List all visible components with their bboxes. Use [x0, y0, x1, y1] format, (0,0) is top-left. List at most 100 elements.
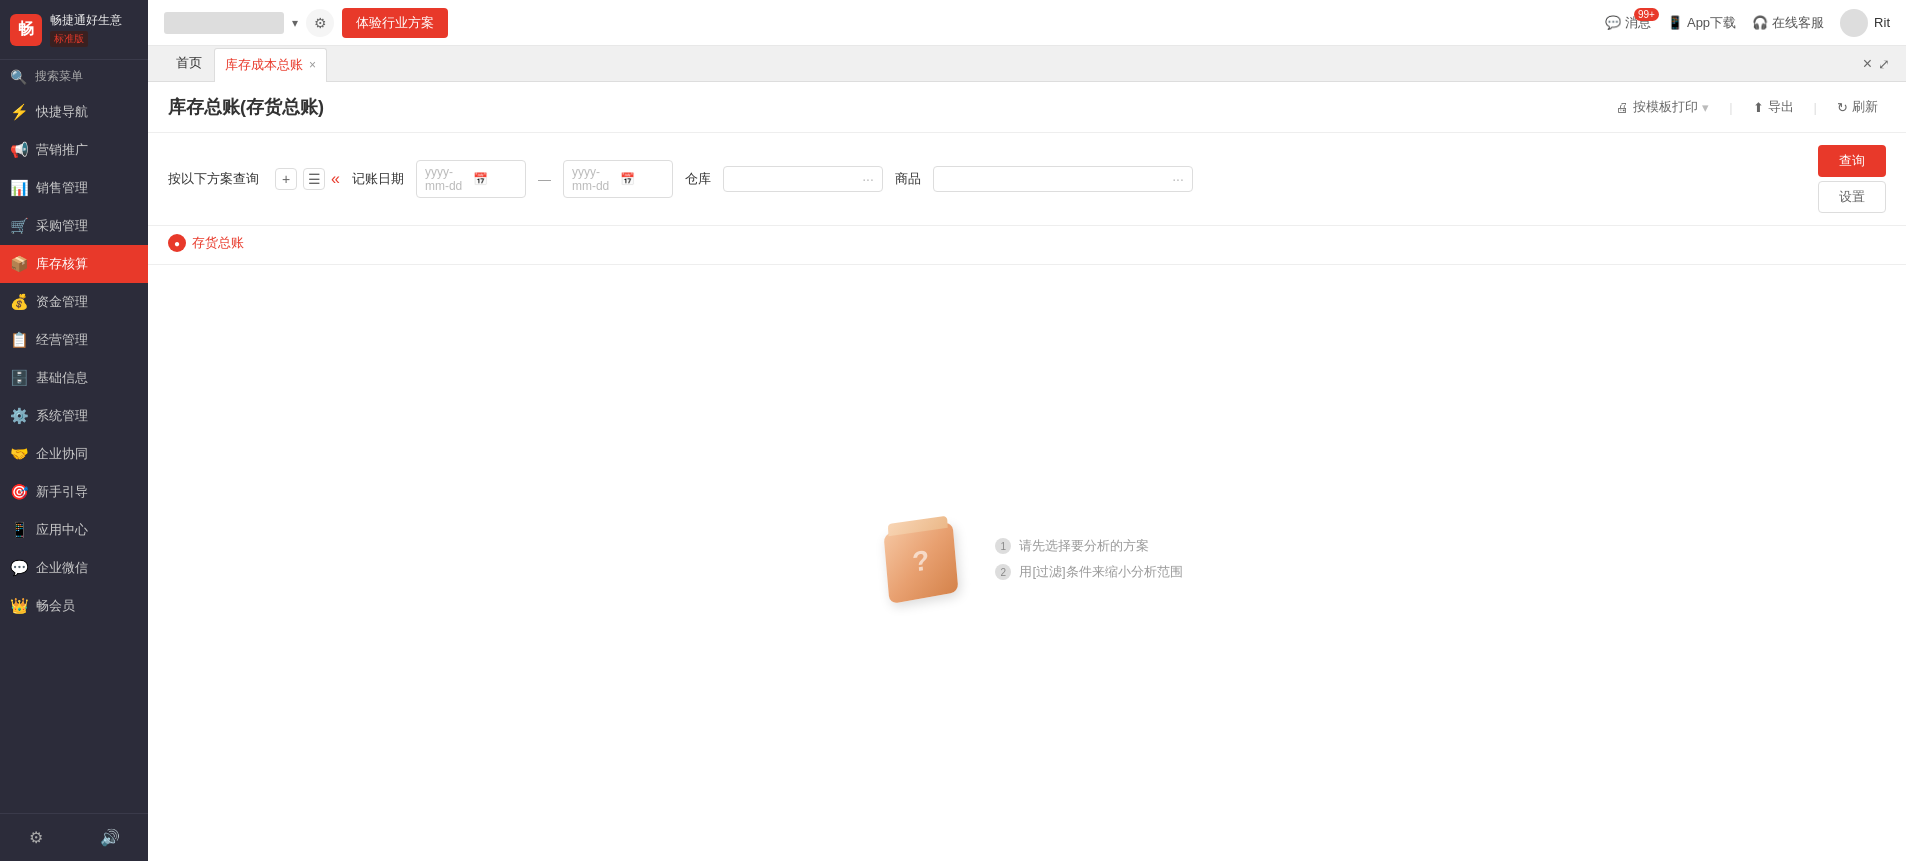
warehouse-label: 仓库 — [685, 170, 711, 188]
nav-label-basic: 基础信息 — [36, 369, 138, 387]
sidebar-item-marketing[interactable]: 📢 营销推广 — [0, 131, 148, 169]
print-btn[interactable]: 🖨 按模板打印 ▾ — [1608, 94, 1717, 120]
topbar-settings-btn[interactable]: ⚙ — [306, 9, 334, 37]
nav-icon-system: ⚙️ — [10, 407, 28, 425]
nav-icon-sales: 📊 — [10, 179, 28, 197]
user-name: Rit — [1874, 15, 1890, 30]
page-header-actions: 🖨 按模板打印 ▾ | ⬆ 导出 | ↻ 刷新 — [1608, 94, 1886, 120]
topbar-dropdown-btn[interactable]: ▾ — [292, 16, 298, 30]
sidebar-item-system[interactable]: ⚙️ 系统管理 — [0, 397, 148, 435]
nav-label-purchase: 采购管理 — [36, 217, 138, 235]
config-icon: ☰ — [308, 171, 321, 187]
sidebar-item-finance[interactable]: 💰 资金管理 — [0, 283, 148, 321]
nav-label-enterprise: 企业协同 — [36, 445, 138, 463]
sidebar-item-basic[interactable]: 🗄️ 基础信息 — [0, 359, 148, 397]
refresh-btn[interactable]: ↻ 刷新 — [1829, 94, 1886, 120]
plus-icon: + — [282, 171, 290, 187]
filter-bar: 按以下方案查询 + ☰ « 记账日期 yyyy-mm — [148, 133, 1906, 226]
filter-add-btn[interactable]: + — [275, 168, 297, 190]
empty-content: 1 请先选择要分析的方案 2 用[过滤]条件来缩小分析范围 — [871, 513, 1182, 613]
sidebar-item-purchase[interactable]: 🛒 采购管理 — [0, 207, 148, 245]
tab-close-all-btn[interactable]: × — [1863, 55, 1872, 73]
date-separator: — — [538, 172, 551, 187]
headset-icon: 🎧 — [1752, 15, 1768, 30]
sidebar-item-vip[interactable]: 👑 畅会员 — [0, 587, 148, 625]
home-tab-label: 首页 — [176, 54, 202, 72]
query-btn[interactable]: 查询 — [1818, 145, 1886, 177]
tab-actions: × ⤢ — [1863, 55, 1890, 73]
logo-text: 畅捷通好生意 标准版 — [50, 12, 122, 47]
goods-select[interactable]: ··· — [933, 166, 1193, 192]
search-icon: 🔍 — [10, 69, 27, 85]
topbar: ▾ ⚙ 体验行业方案 💬 消息 99+ 📱 App下载 🎧 在线客服 Ri — [148, 0, 1906, 46]
sidebar: 畅 畅捷通好生意 标准版 🔍 搜索菜单 ⚡ 快捷导航 📢 营销推广 📊 销售管理… — [0, 0, 148, 861]
empty-state: 1 请先选择要分析的方案 2 用[过滤]条件来缩小分析范围 — [148, 265, 1906, 861]
sidebar-bottom: ⚙ 🔊 — [0, 813, 148, 861]
nav-icon-marketing: 📢 — [10, 141, 28, 159]
export-label: 导出 — [1768, 98, 1794, 116]
online-support-label: 在线客服 — [1772, 14, 1824, 32]
calendar-icon: 📅 — [473, 172, 517, 186]
active-tab-label: 库存成本总账 — [225, 56, 303, 74]
sidebar-item-apps[interactable]: 📱 应用中心 — [0, 511, 148, 549]
tab-inventory-ledger[interactable]: 库存成本总账 × — [214, 48, 327, 82]
filter-label: 按以下方案查询 — [168, 170, 259, 188]
empty-illustration — [871, 513, 971, 613]
nav-icon-enterprise: 🤝 — [10, 445, 28, 463]
industry-btn[interactable]: 体验行业方案 — [342, 8, 448, 38]
sidebar-item-sales[interactable]: 📊 销售管理 — [0, 169, 148, 207]
filter-config-btn[interactable]: ☰ — [303, 168, 325, 190]
step1-badge: 1 — [995, 538, 1011, 554]
step2-badge: 2 — [995, 564, 1011, 580]
scheme-icon: ● — [168, 234, 186, 252]
sidebar-item-inventory[interactable]: 📦 库存核算 — [0, 245, 148, 283]
app-logo: 畅 畅捷通好生意 标准版 — [0, 0, 148, 60]
message-icon: 💬 — [1605, 15, 1621, 30]
app-download-btn[interactable]: 📱 App下载 — [1667, 14, 1736, 32]
filter-fields: 记账日期 yyyy-mm-dd 📅 — yyyy-mm-dd 📅 仓库 ·· — [352, 160, 1806, 198]
tab-expand-btn[interactable]: ⤢ — [1878, 56, 1890, 72]
warehouse-select[interactable]: ··· — [723, 166, 883, 192]
date-start-input[interactable]: yyyy-mm-dd 📅 — [416, 160, 526, 198]
nav-label-system: 系统管理 — [36, 407, 138, 425]
sidebar-audio-btn[interactable]: 🔊 — [94, 822, 126, 853]
user-info[interactable]: Rit — [1840, 9, 1890, 37]
sidebar-item-operations[interactable]: 📋 经营管理 — [0, 321, 148, 359]
topbar-right: 💬 消息 99+ 📱 App下载 🎧 在线客服 Rit — [1605, 9, 1890, 37]
date-label: 记账日期 — [352, 170, 404, 188]
nav-icon-inventory: 📦 — [10, 255, 28, 273]
sidebar-settings-btn[interactable]: ⚙ — [23, 822, 49, 853]
goods-more-icon: ··· — [1172, 171, 1184, 187]
nav-label-wechat: 企业微信 — [36, 559, 138, 577]
page-header: 库存总账(存货总账) 🖨 按模板打印 ▾ | ⬆ 导出 | ↻ 刷新 — [148, 82, 1906, 133]
tab-close-btn[interactable]: × — [309, 58, 316, 72]
hint2-text: 用[过滤]条件来缩小分析范围 — [1019, 563, 1182, 581]
print-dropdown-icon: ▾ — [1702, 100, 1709, 115]
sidebar-item-enterprise[interactable]: 🤝 企业协同 — [0, 435, 148, 473]
nav-label-marketing: 营销推广 — [36, 141, 138, 159]
date-end-input[interactable]: yyyy-mm-dd 📅 — [563, 160, 673, 198]
nav-icon-newbie: 🎯 — [10, 483, 28, 501]
message-btn[interactable]: 💬 消息 99+ — [1605, 14, 1651, 32]
scheme-item[interactable]: ● 存货总账 — [168, 234, 244, 252]
refresh-label: 刷新 — [1852, 98, 1878, 116]
sidebar-item-quick-nav[interactable]: ⚡ 快捷导航 — [0, 93, 148, 131]
page: 库存总账(存货总账) 🖨 按模板打印 ▾ | ⬆ 导出 | ↻ 刷新 — [148, 82, 1906, 861]
tab-home[interactable]: 首页 — [164, 46, 214, 82]
settings-btn[interactable]: 设置 — [1818, 181, 1886, 213]
sidebar-search[interactable]: 🔍 搜索菜单 — [0, 60, 148, 93]
export-icon: ⬆ — [1753, 100, 1764, 115]
nav-label-apps: 应用中心 — [36, 521, 138, 539]
nav-icon-vip: 👑 — [10, 597, 28, 615]
sidebar-item-wechat[interactable]: 💬 企业微信 — [0, 549, 148, 587]
nav-icon-apps: 📱 — [10, 521, 28, 539]
sidebar-item-newbie[interactable]: 🎯 新手引导 — [0, 473, 148, 511]
query-settings-col: 查询 设置 — [1818, 145, 1886, 213]
nav-label-newbie: 新手引导 — [36, 483, 138, 501]
empty-box-graphic — [884, 522, 959, 604]
online-support-btn[interactable]: 🎧 在线客服 — [1752, 14, 1824, 32]
export-btn[interactable]: ⬆ 导出 — [1745, 94, 1802, 120]
nav-icon-quick-nav: ⚡ — [10, 103, 28, 121]
filter-collapse-btn[interactable]: « — [331, 170, 340, 188]
message-badge: 99+ — [1634, 8, 1659, 21]
